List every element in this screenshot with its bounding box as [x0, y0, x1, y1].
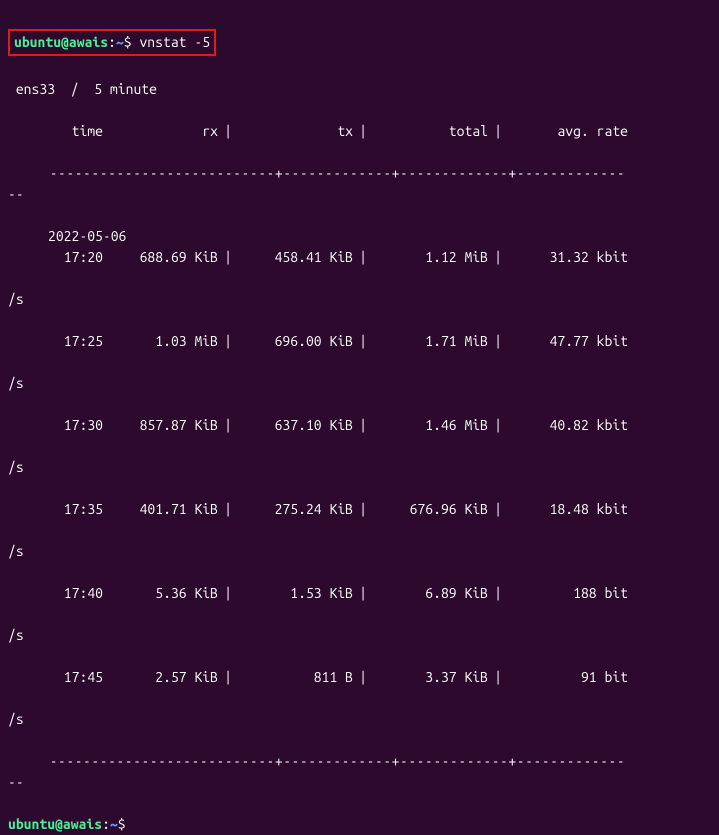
rate-suffix: /s: [8, 457, 711, 478]
table-row: 17:405.36 KiB|1.53 KiB|6.89 KiB|188 bit: [8, 583, 711, 604]
prompt-symbol: $: [118, 816, 126, 832]
prompt-line[interactable]: ubuntu@awais:~$: [8, 816, 133, 832]
header-tx: tx: [238, 121, 353, 142]
prompt-user-host: ubuntu@awais: [14, 34, 108, 50]
header-rx: rx: [103, 121, 218, 142]
rate-suffix: /s: [8, 541, 711, 562]
separator-bottom: ---------------------------+------------…: [8, 753, 625, 769]
rate-suffix: /s: [8, 373, 711, 394]
separator-bottom-wrap: --: [8, 772, 711, 793]
prompt-user-host: ubuntu@awais: [8, 816, 102, 832]
command-line-highlighted: ubuntu@awais:~$ vnstat -5: [8, 29, 216, 56]
header-total: total: [373, 121, 488, 142]
date-label: 2022-05-06: [8, 228, 126, 244]
prompt-path: ~: [110, 816, 118, 832]
interface-line: ens33 / 5 minute: [8, 81, 157, 97]
prompt-path: ~: [116, 34, 124, 50]
rate-suffix: /s: [8, 289, 711, 310]
terminal-output[interactable]: ubuntu@awais:~$ vnstat -5 ens33 / 5 minu…: [8, 8, 711, 835]
table-row: 17:30857.87 KiB|637.10 KiB|1.46 MiB|40.8…: [8, 415, 711, 436]
table-row: 17:20688.69 KiB|458.41 KiB|1.12 MiB|31.3…: [8, 247, 711, 268]
table-row: 17:251.03 MiB|696.00 KiB|1.71 MiB|47.77 …: [8, 331, 711, 352]
header-time: time: [8, 121, 103, 142]
rate-suffix: /s: [8, 709, 711, 730]
prompt-symbol: $: [124, 34, 132, 50]
table-header-row: timerx|tx|total|avg. rate: [8, 121, 711, 142]
table-row: 17:452.57 KiB|811 B|3.37 KiB|91 bit: [8, 667, 711, 688]
separator-top: ---------------------------+------------…: [8, 165, 625, 181]
command-text: vnstat -5: [139, 34, 210, 50]
rate-suffix: /s: [8, 625, 711, 646]
header-rate: avg. rate: [508, 121, 628, 142]
table-row: 17:35401.71 KiB|275.24 KiB|676.96 KiB|18…: [8, 499, 711, 520]
separator-top-wrap: --: [8, 184, 711, 205]
